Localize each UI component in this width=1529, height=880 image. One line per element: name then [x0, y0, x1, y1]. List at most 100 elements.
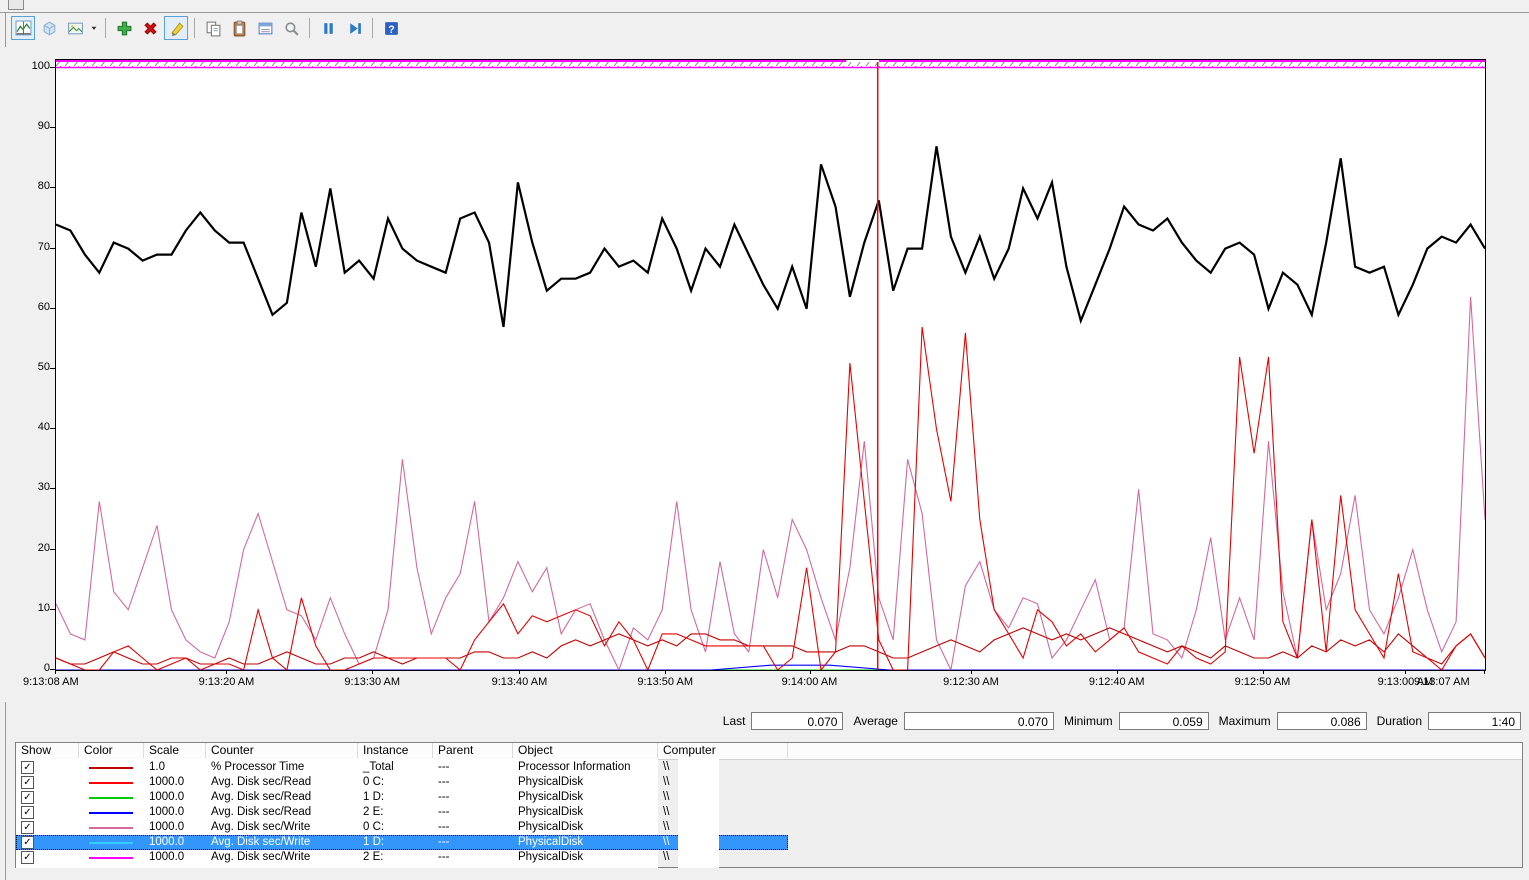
y-axis-label: 40 [37, 421, 50, 434]
legend-column-header-parent[interactable]: Parent [433, 743, 513, 758]
y-axis-label: 100 [31, 60, 50, 72]
view-graph-button[interactable] [11, 16, 35, 40]
legend-row-5[interactable]: ✓ 1000.0 Avg. Disk sec/Write 1 D: --- Physica… [16, 835, 788, 850]
legend-column-header-counter[interactable]: Counter [206, 743, 358, 758]
x-axis-tick [1262, 670, 1264, 674]
window-menu-icon-fragment [8, 0, 24, 10]
legend-row-3[interactable]: ✓ 1000.0 Avg. Disk sec/Read 2 E: --- Physical… [16, 805, 788, 820]
freeze-display-button[interactable] [316, 16, 340, 40]
copy-properties-button[interactable] [201, 16, 225, 40]
toolbar-separator [372, 18, 373, 38]
add-counter-button[interactable] [112, 16, 136, 40]
x-axis-tick [809, 670, 811, 674]
y-axis-tick [50, 428, 55, 430]
show-checkbox[interactable]: ✓ [21, 791, 34, 804]
chart-canvas [56, 60, 1485, 670]
legend-row-4[interactable]: ✓ 1000.0 Avg. Disk sec/Write 0 C: --- Physica… [16, 820, 788, 835]
legend-row-6[interactable]: ✓ 1000.0 Avg. Disk sec/Write 2 E: --- Physica… [16, 850, 788, 865]
legend-cell-parent: --- [438, 776, 450, 788]
stat-label-minimum: Minimum [1063, 714, 1113, 728]
help-icon: ? [384, 21, 398, 35]
legend-cell-counter: % Processor Time [211, 761, 305, 773]
color-swatch [89, 797, 133, 799]
legend-cell-scale: 1000.0 [149, 821, 185, 833]
stat-label-duration: Duration [1376, 714, 1422, 728]
legend-body: ✓ 1.0 % Processor Time _Total --- Processor I… [16, 759, 1522, 868]
cube-icon [43, 21, 55, 35]
legend-cell-object: Processor Information [518, 761, 631, 773]
series-line [56, 664, 1485, 670]
y-axis-label: 0 [43, 662, 50, 674]
legend-row-1[interactable]: ✓ 1000.0 Avg. Disk sec/Read 0 C: --- Physical… [16, 775, 788, 790]
legend-header-row: Show Color Scale Counter Instance Parent Objec… [16, 743, 1522, 760]
zoom-button[interactable] [279, 16, 303, 40]
pause-icon [323, 22, 333, 34]
legend-column-header-scale[interactable]: Scale [144, 743, 206, 758]
paste-counter-list-button[interactable] [227, 16, 251, 40]
stat-value-duration: 1:40 [1428, 712, 1521, 730]
x-axis-label: 9:13:40 AM [491, 676, 548, 688]
color-swatch [89, 812, 133, 814]
show-checkbox[interactable]: ✓ [21, 761, 34, 774]
plot-area[interactable] [55, 59, 1486, 671]
delete-counter-button[interactable] [138, 16, 162, 40]
toolbar: ? [6, 13, 1529, 43]
update-data-button[interactable] [342, 16, 366, 40]
legend-cell-scale: 1.0 [149, 761, 165, 773]
x-axis-tick [372, 670, 374, 674]
x-axis-label: 9:12:50 AM [1234, 676, 1291, 688]
y-axis-label: 30 [37, 481, 50, 494]
series-line [56, 296, 1485, 670]
legend-cell-counter: Avg. Disk sec/Write [211, 851, 311, 863]
color-swatch [89, 857, 133, 859]
legend-cell-instance: 1 D: [363, 791, 385, 803]
legend-cell-scale: 1000.0 [149, 776, 185, 788]
legend-cell-scale: 1000.0 [149, 806, 185, 818]
legend-row-0[interactable]: ✓ 1.0 % Processor Time _Total --- Processor I… [16, 760, 788, 775]
legend-cell-counter: Avg. Disk sec/Write [211, 821, 311, 833]
legend-cell-instance: _Total [363, 761, 394, 773]
legend-cell-object: PhysicalDisk [518, 776, 584, 788]
legend-column-header-color[interactable]: Color [79, 743, 144, 758]
properties-button[interactable] [253, 16, 277, 40]
show-checkbox[interactable]: ✓ [21, 821, 34, 834]
view-report-button[interactable] [63, 16, 87, 40]
stat-value-maximum: 0.086 [1276, 712, 1367, 730]
show-checkbox[interactable]: ✓ [21, 836, 34, 849]
legend-cell-parent: --- [438, 806, 450, 818]
legend-cell-counter: Avg. Disk sec/Write [211, 836, 311, 848]
y-axis-tick [50, 247, 55, 249]
legend-column-header-show[interactable]: Show [16, 743, 79, 758]
toolbar-separator [194, 18, 195, 38]
legend-row-2[interactable]: ✓ 1000.0 Avg. Disk sec/Read 1 D: --- Physical… [16, 790, 788, 805]
y-axis-label: 90 [37, 120, 50, 133]
y-axis-tick [50, 187, 55, 189]
legend-cell-counter: Avg. Disk sec/Read [211, 806, 312, 818]
legend-column-header-object[interactable]: Object [513, 743, 658, 758]
legend-cell-object: PhysicalDisk [518, 821, 584, 833]
highlight-button[interactable] [164, 16, 188, 40]
chart-type-dropdown[interactable] [88, 16, 100, 40]
color-swatch [89, 782, 133, 784]
x-axis-label: 9:13:08 AM [23, 676, 79, 688]
x-axis-tick [970, 670, 972, 674]
x-axis-label: 9:13:20 AM [198, 676, 255, 688]
view-histogram-button[interactable] [37, 16, 61, 40]
report-image-icon [67, 22, 83, 34]
copy-icon [206, 21, 220, 36]
show-checkbox[interactable]: ✓ [21, 776, 34, 789]
x-axis-label: 9:14:00 AM [781, 676, 838, 688]
legend-cell-instance: 2 E: [363, 806, 384, 818]
series-line [56, 326, 1485, 670]
help-button[interactable]: ? [379, 16, 403, 40]
show-checkbox[interactable]: ✓ [21, 851, 34, 864]
legend-cell-instance: 2 E: [363, 851, 384, 863]
legend-column-header-instance[interactable]: Instance [358, 743, 433, 758]
stat-label-maximum: Maximum [1218, 714, 1271, 728]
legend-column-header-computer[interactable]: Computer [658, 743, 788, 758]
y-axis-tick [50, 67, 55, 68]
y-axis-tick [50, 548, 55, 550]
legend-cell-counter: Avg. Disk sec/Read [211, 791, 312, 803]
show-checkbox[interactable]: ✓ [21, 806, 34, 819]
legend-cell-parent: --- [438, 791, 450, 803]
